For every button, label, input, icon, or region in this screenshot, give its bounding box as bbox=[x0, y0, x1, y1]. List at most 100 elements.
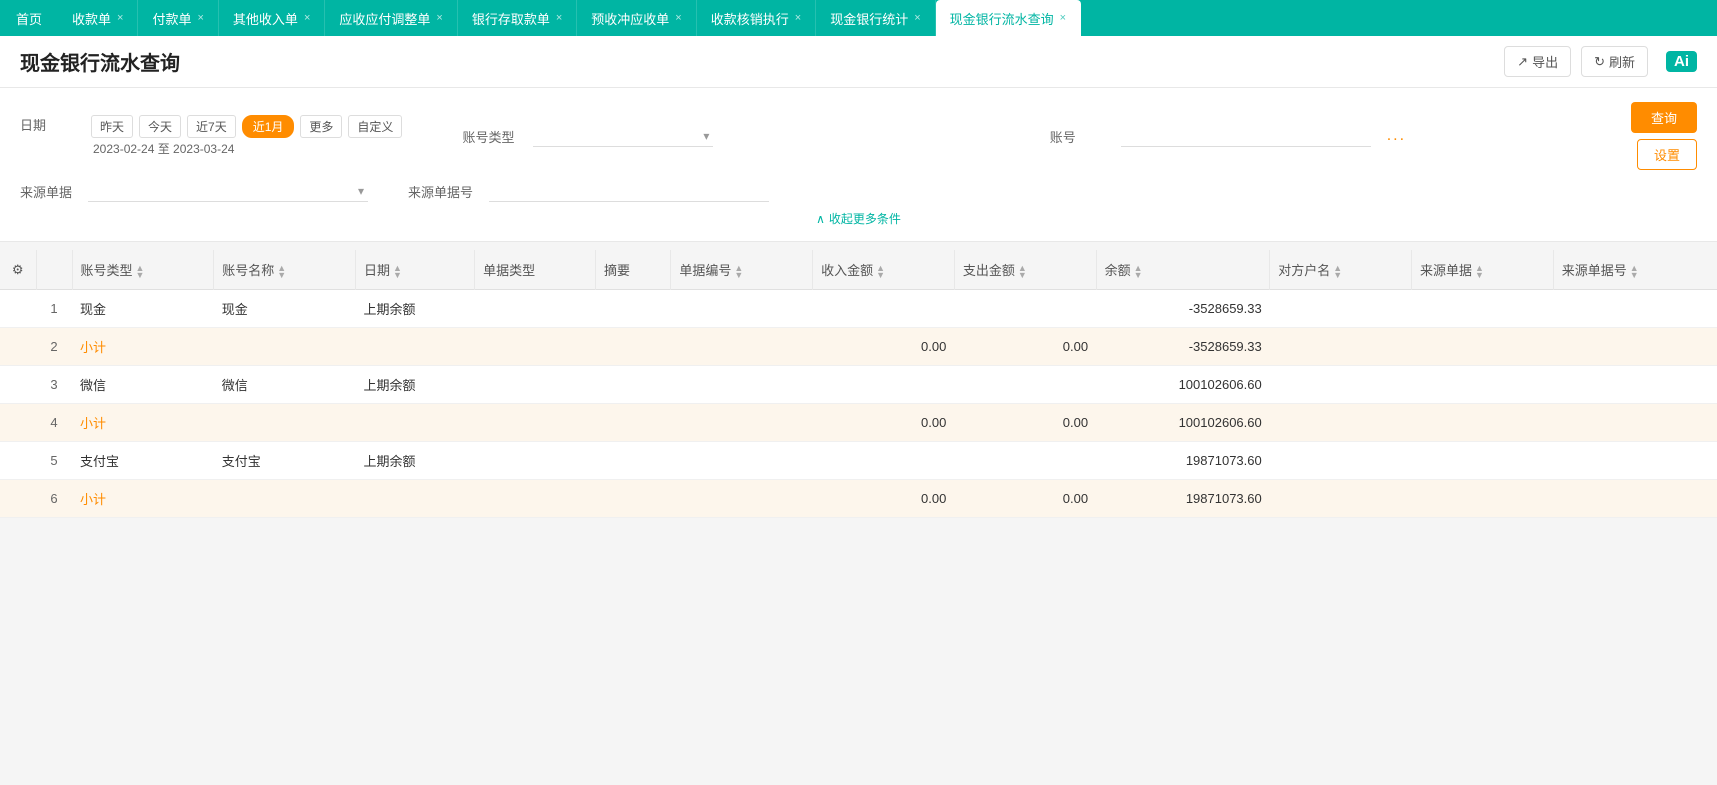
nav-tab[interactable]: 收款单× bbox=[58, 0, 138, 36]
date-option-btn[interactable]: 今天 bbox=[139, 115, 181, 138]
cell-doc_type bbox=[475, 404, 596, 442]
sort-icon: ▲▼ bbox=[393, 265, 402, 278]
col-header-source_doc_no[interactable]: 来源单据号▲▼ bbox=[1553, 250, 1717, 290]
cell-source_doc bbox=[1411, 442, 1553, 480]
cell-expense bbox=[954, 290, 1096, 328]
close-icon[interactable]: × bbox=[1060, 12, 1066, 24]
collapse-bar[interactable]: ∧ 收起更多条件 bbox=[20, 206, 1697, 233]
cell-expense: 0.00 bbox=[954, 404, 1096, 442]
row-gear bbox=[0, 290, 36, 328]
page-title: 现金银行流水查询 bbox=[20, 47, 180, 76]
source-doc-label: 来源单据 bbox=[20, 182, 72, 201]
cell-doc_no bbox=[671, 404, 813, 442]
cell-date bbox=[356, 328, 475, 366]
table-row: 6小计0.000.0019871073.60 bbox=[0, 480, 1717, 518]
cell-summary bbox=[596, 328, 671, 366]
close-icon[interactable]: × bbox=[556, 12, 562, 24]
refresh-button[interactable]: ↻ 刷新 bbox=[1581, 46, 1648, 77]
table-row: 4小计0.000.00100102606.60 bbox=[0, 404, 1717, 442]
sort-icon: ▲▼ bbox=[734, 265, 743, 278]
col-header-account_name[interactable]: 账号名称▲▼ bbox=[214, 250, 356, 290]
settings-button[interactable]: 设置 bbox=[1637, 139, 1697, 170]
nav-tab[interactable]: 现金银行流水查询× bbox=[936, 0, 1081, 36]
col-header-expense[interactable]: 支出金额▲▼ bbox=[954, 250, 1096, 290]
date-option-btn[interactable]: 自定义 bbox=[348, 115, 402, 138]
col-header-balance[interactable]: 余额▲▼ bbox=[1096, 250, 1270, 290]
cell-balance: 19871073.60 bbox=[1096, 442, 1270, 480]
nav-tab[interactable]: 银行存取款单× bbox=[458, 0, 577, 36]
cell-doc_type bbox=[475, 442, 596, 480]
nav-tab[interactable]: 应收应付调整单× bbox=[325, 0, 457, 36]
cell-account_type: 小计 bbox=[72, 480, 214, 518]
col-header-source_doc[interactable]: 来源单据▲▼ bbox=[1411, 250, 1553, 290]
cell-summary bbox=[596, 366, 671, 404]
close-icon[interactable]: × bbox=[675, 12, 681, 24]
date-options: 昨天今天近7天近1月更多自定义 bbox=[91, 115, 402, 138]
cell-balance: 100102606.60 bbox=[1096, 366, 1270, 404]
cell-income: 0.00 bbox=[813, 480, 955, 518]
nav-tab[interactable]: 其他收入单× bbox=[219, 0, 325, 36]
nav-tab[interactable]: 收款核销执行× bbox=[697, 0, 816, 36]
cell-counterparty bbox=[1270, 328, 1412, 366]
source-doc-select[interactable] bbox=[88, 180, 368, 202]
sort-icon: ▲▼ bbox=[136, 265, 145, 278]
cell-counterparty bbox=[1270, 290, 1412, 328]
nav-home[interactable]: 首页 bbox=[0, 0, 58, 36]
close-icon[interactable]: × bbox=[914, 12, 920, 24]
cell-expense bbox=[954, 442, 1096, 480]
collapse-label: 收起更多条件 bbox=[829, 210, 901, 227]
close-icon[interactable]: × bbox=[304, 12, 310, 24]
nav-tab[interactable]: 预收冲应收单× bbox=[577, 0, 696, 36]
close-icon[interactable]: × bbox=[436, 12, 442, 24]
col-header-doc_no[interactable]: 单据编号▲▼ bbox=[671, 250, 813, 290]
row-index: 3 bbox=[36, 366, 72, 404]
filter-row-1: 日期 昨天今天近7天近1月更多自定义 2023-02-24 至 2023-03-… bbox=[20, 102, 1697, 170]
account-no-input[interactable] bbox=[1121, 125, 1371, 147]
cell-income: 0.00 bbox=[813, 328, 955, 366]
col-header-counterparty[interactable]: 对方户名▲▼ bbox=[1270, 250, 1412, 290]
filter-row-2: 来源单据 ▾ 来源单据号 bbox=[20, 180, 1697, 202]
nav-tab[interactable]: 付款单× bbox=[138, 0, 218, 36]
cell-account_name: 支付宝 bbox=[214, 442, 356, 480]
close-icon[interactable]: × bbox=[795, 12, 801, 24]
date-option-btn[interactable]: 近1月 bbox=[242, 115, 295, 138]
cell-balance: -3528659.33 bbox=[1096, 328, 1270, 366]
cell-balance: -3528659.33 bbox=[1096, 290, 1270, 328]
query-button[interactable]: 查询 bbox=[1631, 102, 1697, 133]
export-icon: ↗ bbox=[1517, 54, 1528, 70]
close-icon[interactable]: × bbox=[197, 12, 203, 24]
source-doc-no-input[interactable] bbox=[489, 180, 769, 202]
nav-tab[interactable]: 现金银行统计× bbox=[816, 0, 935, 36]
account-type-select[interactable]: 现金 微信 支付宝 bbox=[533, 125, 713, 147]
row-index: 4 bbox=[36, 404, 72, 442]
account-no-label: 账号 bbox=[1050, 127, 1105, 146]
date-option-btn[interactable]: 更多 bbox=[300, 115, 342, 138]
date-option-btn[interactable]: 昨天 bbox=[91, 115, 133, 138]
sort-icon: ▲▼ bbox=[1018, 265, 1027, 278]
col-header-account_type[interactable]: 账号类型▲▼ bbox=[72, 250, 214, 290]
row-index: 6 bbox=[36, 480, 72, 518]
col-header-date[interactable]: 日期▲▼ bbox=[356, 250, 475, 290]
ai-badge[interactable]: Ai bbox=[1666, 51, 1697, 72]
gear-icon[interactable]: ⚙ bbox=[12, 262, 24, 277]
cell-account_name: 微信 bbox=[214, 366, 356, 404]
refresh-icon: ↻ bbox=[1594, 54, 1605, 70]
sort-icon: ▲▼ bbox=[1630, 265, 1639, 278]
cell-account_name bbox=[214, 328, 356, 366]
close-icon[interactable]: × bbox=[117, 12, 123, 24]
export-button[interactable]: ↗ 导出 bbox=[1504, 46, 1571, 77]
filter-actions: 查询 设置 bbox=[1597, 102, 1697, 170]
sort-icon: ▲▼ bbox=[876, 265, 885, 278]
header-actions: ↗ 导出 ↻ 刷新 Ai bbox=[1504, 46, 1697, 77]
cell-source_doc_no bbox=[1553, 290, 1717, 328]
col-header-doc_type: 单据类型 bbox=[475, 250, 596, 290]
cell-account_name: 现金 bbox=[214, 290, 356, 328]
cell-summary bbox=[596, 480, 671, 518]
cell-date: 上期余额 bbox=[356, 442, 475, 480]
date-option-btn[interactable]: 近7天 bbox=[187, 115, 236, 138]
col-header-income[interactable]: 收入金额▲▼ bbox=[813, 250, 955, 290]
cell-source_doc_no bbox=[1553, 404, 1717, 442]
cell-summary bbox=[596, 290, 671, 328]
col-header-gear: ⚙ bbox=[0, 250, 36, 290]
dots-button[interactable]: ... bbox=[1379, 127, 1414, 145]
